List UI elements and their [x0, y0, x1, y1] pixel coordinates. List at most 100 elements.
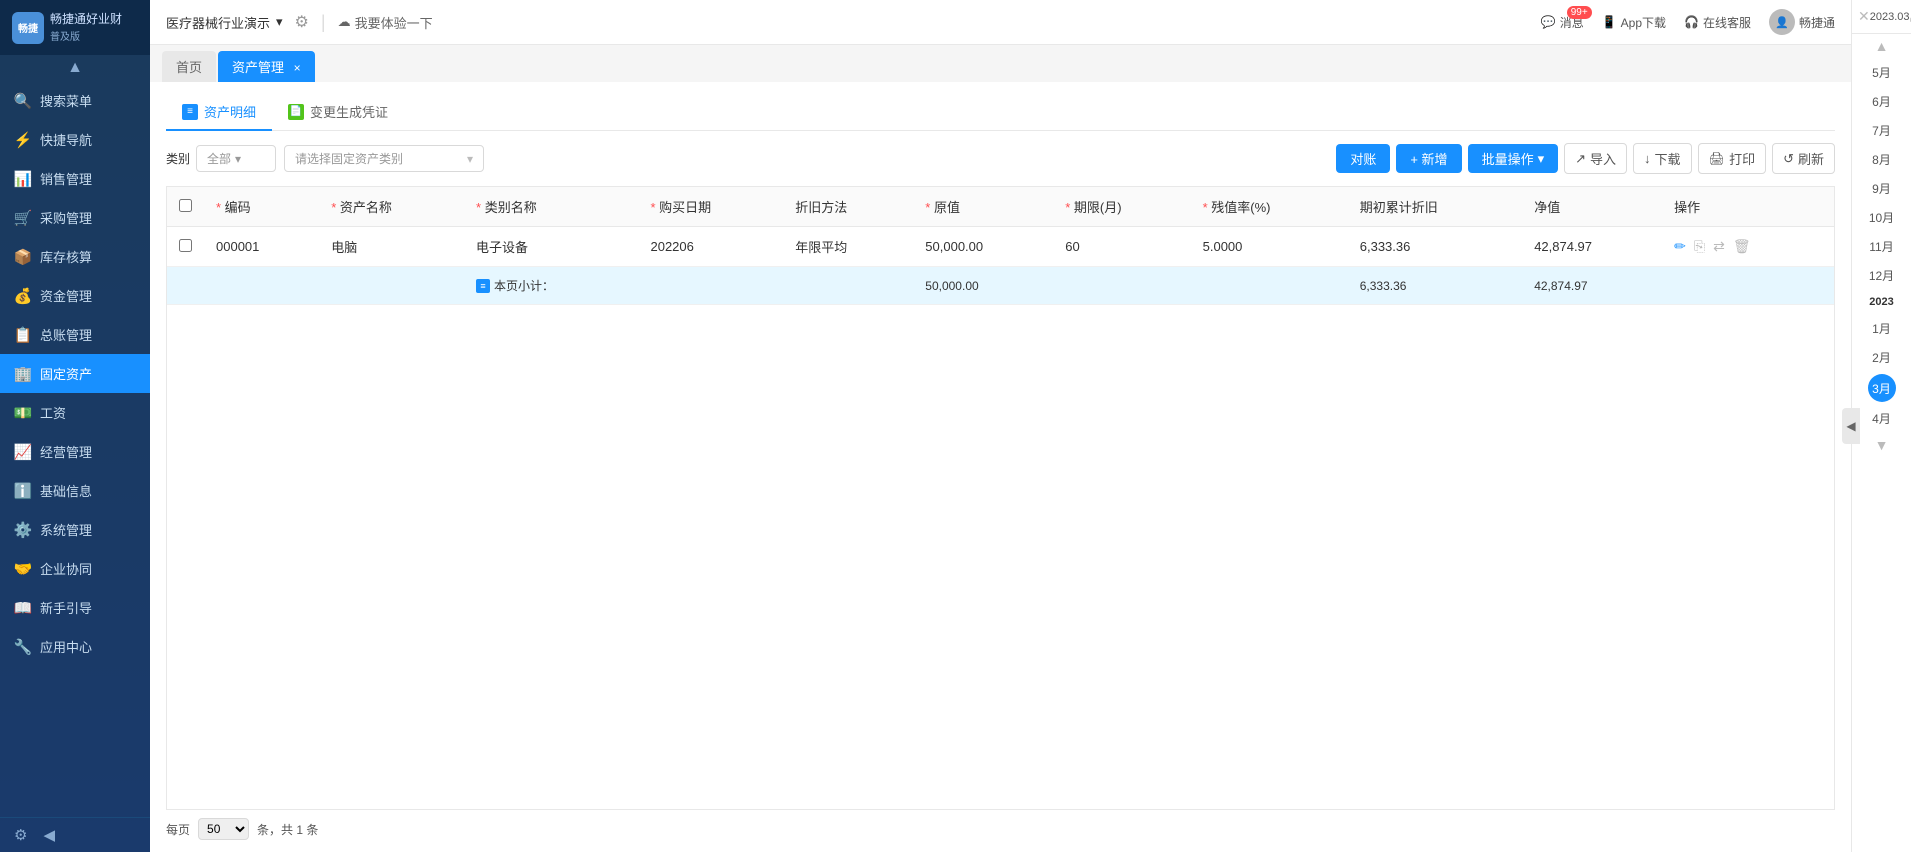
- toolbar-right: 对账 + 新增 批量操作 ▾ ↗ 导入 ↓ 下载 🖨: [1336, 143, 1835, 174]
- sidebar-item-purchase[interactable]: 🛒 采购管理: [0, 198, 150, 237]
- sidebar-item-label: 工资: [40, 403, 66, 422]
- topbar-gear-icon[interactable]: ⚙: [295, 12, 309, 32]
- app-download-button[interactable]: 📱 App下载: [1602, 14, 1666, 31]
- subtotal-icon: ≡: [476, 279, 490, 293]
- sidebar-item-system[interactable]: ⚙️ 系统管理: [0, 510, 150, 549]
- download-button[interactable]: ↓ 下载: [1633, 143, 1692, 174]
- refresh-button[interactable]: ↺ 刷新: [1772, 143, 1835, 174]
- row-checkbox[interactable]: [179, 239, 192, 252]
- sidebar-item-inventory[interactable]: 📦 库存核算: [0, 237, 150, 276]
- month-10[interactable]: 10月: [1852, 203, 1911, 232]
- delete-icon[interactable]: 🗑: [1733, 238, 1751, 255]
- online-service-label: 在线客服: [1703, 14, 1751, 31]
- reconcile-button[interactable]: 对账: [1336, 144, 1390, 173]
- edit-icon[interactable]: ✏: [1674, 238, 1686, 255]
- tab-change-voucher[interactable]: 📄 变更生成凭证: [272, 94, 404, 131]
- month-6[interactable]: 6月: [1852, 87, 1911, 116]
- category-type-dropdown[interactable]: 全部 ▾: [196, 145, 276, 172]
- sidebar-item-label: 新手引导: [40, 598, 92, 617]
- content-area: 首页 资产管理 × ≡ 资产明细 📄 变更生成凭证: [150, 45, 1851, 852]
- sidebar-item-coop[interactable]: 🤝 企业协同: [0, 549, 150, 588]
- sidebar-item-label: 固定资产: [40, 364, 92, 383]
- th-initial-accumulated: 期初累计折旧: [1348, 187, 1522, 227]
- change-voucher-tab-icon: 📄: [288, 104, 304, 120]
- company-selector[interactable]: 医疗器械行业演示 ▾: [166, 13, 283, 32]
- inventory-icon: 📦: [14, 248, 32, 266]
- user-profile[interactable]: 👤 畅捷通: [1769, 9, 1835, 35]
- topbar-right: 💬 消息 99+ 📱 App下载 🎧 在线客服 👤 畅捷通: [1541, 9, 1835, 35]
- tab-asset-detail[interactable]: ≡ 资产明细: [166, 94, 272, 131]
- subtotal-empty-2: [204, 267, 319, 305]
- month-4[interactable]: 4月: [1852, 404, 1911, 433]
- sidebar-item-label: 销售管理: [40, 169, 92, 188]
- month-3-active[interactable]: 3月: [1868, 374, 1896, 402]
- tab-close-icon[interactable]: ×: [294, 61, 301, 75]
- collapse-icon[interactable]: ◀: [43, 826, 55, 844]
- panel-toggle[interactable]: ◀: [1842, 408, 1860, 444]
- batch-button[interactable]: 批量操作 ▾: [1468, 144, 1559, 173]
- month-8[interactable]: 8月: [1852, 145, 1911, 174]
- new-button[interactable]: + 新增: [1396, 144, 1461, 173]
- settings-icon[interactable]: ⚙: [14, 826, 27, 844]
- app-download-label: App下载: [1621, 14, 1666, 31]
- month-2[interactable]: 2月: [1852, 343, 1911, 372]
- panel-close-icon[interactable]: ✕: [1858, 8, 1870, 25]
- category-select-arrow: ▾: [467, 152, 473, 166]
- app-center-icon: 🔧: [14, 638, 32, 656]
- panel-up-arrow[interactable]: ▲: [1875, 38, 1889, 54]
- online-service-button[interactable]: 🎧 在线客服: [1684, 14, 1751, 31]
- print-button[interactable]: 🖨 打印: [1698, 143, 1767, 174]
- month-1[interactable]: 1月: [1852, 314, 1911, 343]
- change-voucher-tab-label: 变更生成凭证: [310, 102, 388, 121]
- demo-label: 我要体验一下: [355, 13, 433, 32]
- month-11[interactable]: 11月: [1852, 232, 1911, 261]
- row-checkbox-cell: [167, 227, 204, 267]
- logo-edition: 普及版: [50, 28, 122, 43]
- sidebar-item-sales[interactable]: 📊 销售管理: [0, 159, 150, 198]
- panel-up-arrows: ▲: [1852, 34, 1911, 58]
- sidebar-item-base-info[interactable]: ℹ️ 基础信息: [0, 471, 150, 510]
- sidebar-item-label: 企业协同: [40, 559, 92, 578]
- sidebar-scroll-up[interactable]: ▲: [0, 55, 150, 81]
- refresh-label: 刷新: [1798, 149, 1824, 168]
- search-menu-icon: 🔍: [14, 92, 32, 110]
- month-9[interactable]: 9月: [1852, 174, 1911, 203]
- month-12[interactable]: 12月: [1852, 261, 1911, 290]
- sidebar-item-fund[interactable]: 💰 资金管理: [0, 276, 150, 315]
- month-5[interactable]: 5月: [1852, 58, 1911, 87]
- sidebar-item-guide[interactable]: 📖 新手引导: [0, 588, 150, 627]
- demo-button[interactable]: ☁ 我要体验一下: [338, 13, 433, 32]
- panel-down-arrows: ▼: [1852, 433, 1911, 457]
- subtotal-label-cell: ≡ 本页小计：: [464, 267, 638, 305]
- th-checkbox: [167, 187, 204, 227]
- app-download-icon: 📱: [1602, 15, 1617, 29]
- category-filter-label: 类别: [166, 150, 190, 167]
- sidebar-item-label: 资金管理: [40, 286, 92, 305]
- select-all-checkbox[interactable]: [179, 199, 192, 212]
- subtotal-empty-3: [319, 267, 464, 305]
- sidebar-item-quick-nav[interactable]: ⚡ 快捷导航: [0, 120, 150, 159]
- month-7[interactable]: 7月: [1852, 116, 1911, 145]
- table-row: 000001 电脑 电子设备 202206 年限平均 50,000.00 60 …: [167, 227, 1834, 267]
- transfer-icon[interactable]: ⇄: [1713, 238, 1725, 255]
- sidebar-item-ops[interactable]: 📈 经营管理: [0, 432, 150, 471]
- company-name: 医疗器械行业演示: [166, 13, 270, 32]
- import-button[interactable]: ↗ 导入: [1564, 143, 1627, 174]
- page-size-select[interactable]: 50 100 200: [198, 818, 249, 840]
- sidebar-item-salary[interactable]: 💵 工资: [0, 393, 150, 432]
- panel-down-arrow[interactable]: ▼: [1875, 437, 1889, 453]
- notification-icon: 💬: [1541, 15, 1556, 29]
- sidebar-item-search-menu[interactable]: 🔍 搜索菜单: [0, 81, 150, 120]
- tab-home[interactable]: 首页: [162, 51, 216, 82]
- sidebar-item-app-center[interactable]: 🔧 应用中心: [0, 627, 150, 666]
- sidebar-item-ledger[interactable]: 📋 总账管理: [0, 315, 150, 354]
- table-header-row: 编码 资产名称 类别名称 购买日期 折旧方法 原值 期限(月) 残值率(%) 期…: [167, 187, 1834, 227]
- copy-icon[interactable]: ⎘: [1694, 238, 1705, 255]
- sidebar-item-label: 系统管理: [40, 520, 92, 539]
- notification-button[interactable]: 💬 消息 99+: [1541, 14, 1584, 31]
- tab-asset-mgmt[interactable]: 资产管理 ×: [218, 51, 315, 82]
- ops-icon: 📈: [14, 443, 32, 461]
- category-select-dropdown[interactable]: 请选择固定资产类别 ▾: [284, 145, 484, 172]
- sidebar-item-fixed-assets[interactable]: 🏢 固定资产: [0, 354, 150, 393]
- row-name: 电脑: [319, 227, 464, 267]
